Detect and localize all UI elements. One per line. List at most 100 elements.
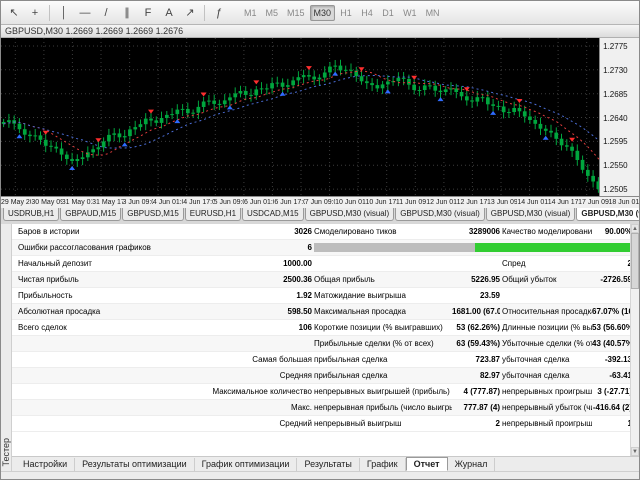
timeframe-m15-button[interactable]: M15 <box>283 5 309 21</box>
toolbar: ↖ + │ — / ∥ F A ↗ ƒ M1 M5 M15 M30 H1 H4 D1 W1 MN <box>1 1 639 25</box>
report-value: 2 <box>495 419 500 428</box>
status-bar <box>1 471 639 479</box>
price-scale-label: 1.2595 <box>603 137 628 147</box>
scrollbar-track[interactable] <box>631 233 639 447</box>
tester-tab[interactable]: Отчет <box>405 457 448 471</box>
timeframe-buttons-group: M1 M5 M15 M30 H1 H4 D1 W1 MN <box>240 4 444 21</box>
timeframe-m30-button[interactable]: M30 <box>309 4 336 21</box>
price-scale-label: 1.2550 <box>603 161 628 171</box>
report-value: 53 (62.26%) <box>456 323 500 332</box>
report-group-label: Максимальное количество <box>212 387 312 396</box>
tester-tab[interactable]: Журнал <box>448 457 496 471</box>
channel-icon[interactable]: ∥ <box>117 4 137 22</box>
report-value: 53 (56.60%) <box>592 323 630 332</box>
report-label: Всего сделок <box>18 323 67 332</box>
chart-tab[interactable]: GBPUSD,M30 (visual) <box>304 208 395 221</box>
tester-tab[interactable]: Результаты <box>297 457 360 471</box>
tester-tab[interactable]: Результаты оптимизации <box>75 457 195 471</box>
report-label: Начальный депозит <box>18 259 92 268</box>
report-label: непрерывная прибыль (число выигрышей) <box>314 403 452 412</box>
fibonacci-icon[interactable]: F <box>138 4 158 22</box>
scroll-up-icon[interactable]: ▲ <box>631 224 639 233</box>
report-value: 23.59 <box>479 291 500 300</box>
report-label <box>500 288 592 303</box>
report-label: Баров в истории <box>18 227 80 236</box>
report-value: 2500.36 <box>283 275 312 284</box>
report-value: 1681.00 (67.07%) <box>452 307 500 316</box>
report-row: Начальный депозит 1000.00 Спред 2 <box>12 256 630 272</box>
tester-tab-bar: Настройки Результаты оптимизации График оп… <box>12 456 639 471</box>
timeframe-w1-button[interactable]: W1 <box>399 5 421 21</box>
chart-tab[interactable]: USDCAD,M15 <box>242 208 304 221</box>
report-label: Общая прибыль <box>314 275 375 284</box>
chart-tab[interactable]: GBPUSD,M30 (visual) <box>395 208 485 221</box>
report-row: Средняя прибыльная сделка 82.97 убыточная с… <box>12 368 630 384</box>
time-axis-label: 30 May 09:00 <box>31 199 61 206</box>
report-value <box>208 336 312 351</box>
time-axis-label: 4 Jun 01:00 <box>152 199 183 206</box>
time-axis-label: 11 Jun 09:00 <box>395 199 427 206</box>
report-label: Прибыльные сделки (% от всех) <box>314 339 434 348</box>
time-axis-label: 6 Jun 01:00 <box>244 199 274 206</box>
chart-tab[interactable]: USDRUB,H1 <box>3 208 60 221</box>
cursor-icon[interactable]: ↖ <box>4 4 24 22</box>
timeframe-m1-button[interactable]: M1 <box>240 5 261 21</box>
time-axis-label: 17 Jun 09:00 <box>578 199 609 206</box>
chart-titlebar: GBPUSD,M30 1.2669 1.2669 1.2669 1.2676 <box>1 25 639 38</box>
scroll-down-icon[interactable]: ▼ <box>631 447 639 456</box>
report-label: Чистая прибыль <box>18 275 79 284</box>
vertical-line-icon[interactable]: │ <box>54 4 74 22</box>
scrollbar-thumb[interactable] <box>631 233 639 289</box>
report-value: 43 (40.57%) <box>592 339 630 348</box>
report-scrollbar[interactable]: ▲ ▼ <box>630 224 639 456</box>
chart-tab[interactable]: GBPUSD,M15 <box>122 208 184 221</box>
report-group-label: Самая большая <box>252 355 312 364</box>
report-label: прибыльная сделка <box>314 355 388 364</box>
report-label: Спред <box>502 259 526 268</box>
tester-main: Баров в истории 3026 Смоделировано тиков 32… <box>12 224 639 471</box>
report-value <box>452 256 500 271</box>
report-value: -63.41 <box>609 371 630 380</box>
report-row: Прибыльные сделки (% от всех) 63 (59.43%)… <box>12 336 630 352</box>
report-value: -2726.59 <box>600 275 630 284</box>
report-value: 82.97 <box>479 371 500 380</box>
trendline-icon[interactable]: / <box>96 4 116 22</box>
report-value: 1 <box>592 416 630 431</box>
chart-tab[interactable]: EURUSD,H1 <box>184 208 242 221</box>
timeframe-mn-button[interactable]: MN <box>422 5 444 21</box>
arrows-icon[interactable]: ↗ <box>180 4 200 22</box>
report-value: 90.00% <box>604 227 630 236</box>
timeframe-d1-button[interactable]: D1 <box>378 5 398 21</box>
report-label: Прибыльность <box>18 291 73 300</box>
report-label: Длинные позиции (% выигравших) <box>502 323 592 332</box>
time-axis-label: 31 May 01:00 <box>61 199 92 206</box>
tester-tab[interactable]: График оптимизации <box>195 457 298 471</box>
report-row: Всего сделок 106 Короткие позиции (% выигр… <box>12 320 630 336</box>
report-value: 67.07% (1681.00) <box>592 307 630 316</box>
chart-tab[interactable]: GBPUSD,M30 (visual) <box>576 208 639 221</box>
timeframe-m5-button[interactable]: M5 <box>262 5 283 21</box>
timeframe-h1-button[interactable]: H1 <box>336 5 356 21</box>
text-icon[interactable]: A <box>159 4 179 22</box>
report-row: Чистая прибыль 2500.36 Общая прибыль 5226.9… <box>12 272 630 288</box>
tester-tab[interactable]: Настройки <box>16 457 76 471</box>
timeframe-h4-button[interactable]: H4 <box>357 5 377 21</box>
time-axis-label: 10 Jun 17:00 <box>365 199 396 206</box>
report-value: 1.92 <box>296 291 312 300</box>
report-value: 777.87 (4) <box>463 403 500 412</box>
horizontal-line-icon[interactable]: — <box>75 4 95 22</box>
report-row: Средний непрерывный выигрыш 2 непрерывный п… <box>12 416 630 432</box>
tester-tab[interactable]: График <box>360 457 406 471</box>
report-label: Абсолютная просадка <box>18 307 101 316</box>
candlestick-chart[interactable] <box>1 38 600 196</box>
backtest-report-table: Баров в истории 3026 Смоделировано тиков 32… <box>12 224 630 456</box>
report-value: 598.50 <box>287 307 312 316</box>
time-axis-label: 18 Jun 01:00 <box>608 199 639 206</box>
tester-panel-caption: Тестер <box>1 224 12 471</box>
chart-tab[interactable]: GBPUSD,M30 (visual) <box>485 208 576 221</box>
indicators-icon[interactable]: ƒ <box>209 4 229 22</box>
chart-tab[interactable]: GBPAUD,M15 <box>60 208 122 221</box>
crosshair-icon[interactable]: + <box>25 4 45 22</box>
report-value <box>592 288 630 303</box>
report-value: 63 (59.43%) <box>456 339 500 348</box>
